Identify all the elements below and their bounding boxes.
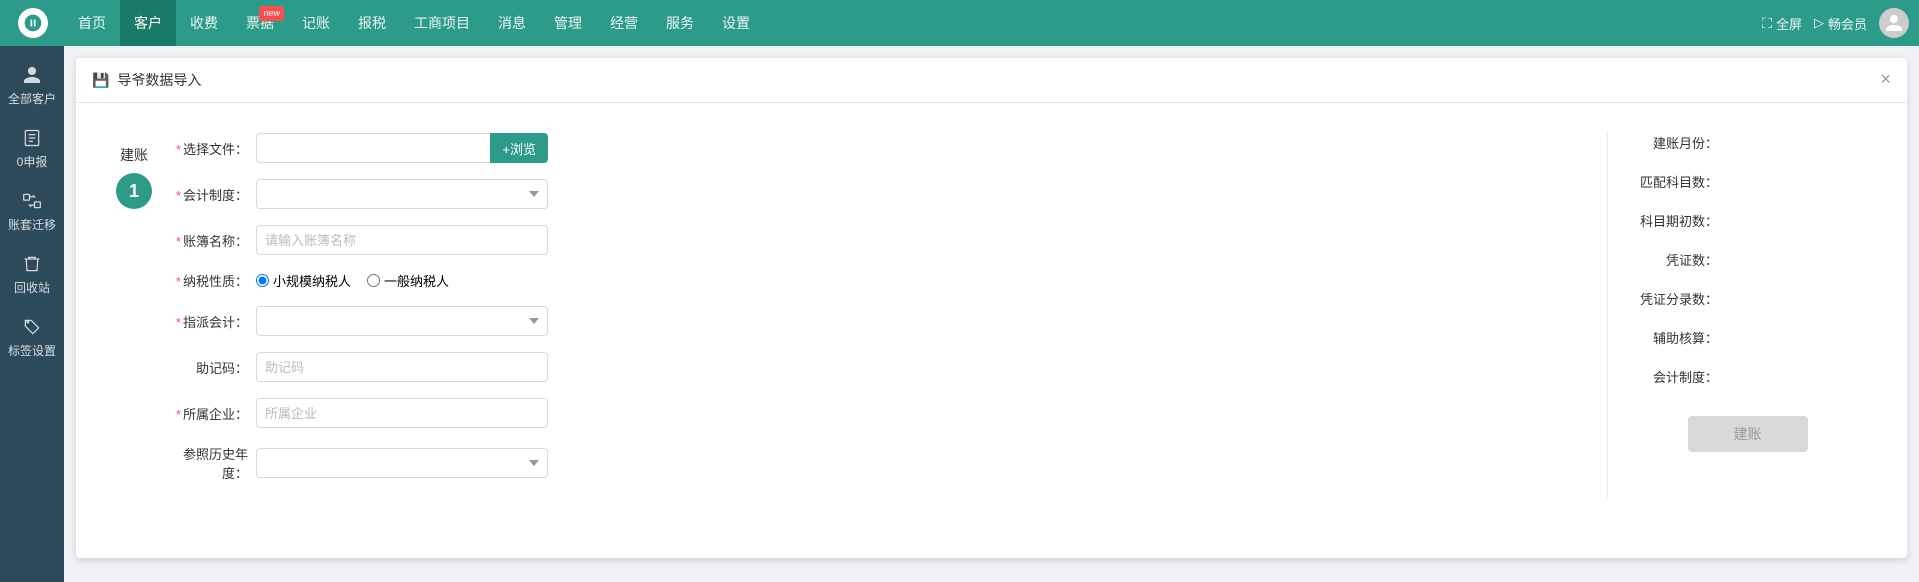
dialog-title: 导爷数据导入 bbox=[117, 70, 201, 90]
nav-items: 首页 客户 收费 票据 new 记账 报税 工商项目 消息 管理 经营 bbox=[64, 0, 1762, 46]
tax-radio-group: 小规模纳税人 一般纳税人 bbox=[256, 271, 548, 290]
memo-input[interactable] bbox=[256, 352, 548, 382]
file-input[interactable] bbox=[256, 133, 490, 163]
info-row-subject-init: 科目期初数： bbox=[1628, 211, 1867, 230]
import-icon: 💾 bbox=[92, 72, 109, 89]
trash-icon bbox=[21, 253, 43, 275]
nav-item-settings[interactable]: 设置 bbox=[708, 0, 764, 46]
ledger-label: *账簿名称： bbox=[168, 231, 248, 250]
info-row-match-subjects: 匹配科目数： bbox=[1628, 172, 1867, 191]
company-input[interactable] bbox=[256, 398, 548, 428]
step-circle: 1 bbox=[116, 173, 152, 209]
tag-icon bbox=[21, 316, 43, 338]
info-row-build-month: 建账月份： bbox=[1628, 133, 1867, 152]
match-subjects-label: 匹配科目数： bbox=[1628, 172, 1718, 191]
form-section: *选择文件： +浏览 *会计制度： bbox=[168, 133, 548, 498]
step-label: 建账 bbox=[120, 137, 148, 165]
accountant-select[interactable] bbox=[256, 306, 548, 336]
fullscreen-btn[interactable]: ⛶ 全屏 bbox=[1762, 14, 1802, 33]
nav-item-home[interactable]: 首页 bbox=[64, 0, 120, 46]
main-layout: 全部客户 0申报 账套迁移 回收站 标签设置 bbox=[0, 46, 1919, 582]
build-account-button[interactable]: 建账 bbox=[1688, 416, 1808, 452]
form-row-memo: 助记码： bbox=[168, 352, 548, 382]
sidebar-item-label: 标签设置 bbox=[8, 342, 56, 359]
nav-item-clients[interactable]: 客户 bbox=[120, 0, 176, 46]
sidebar-item-all-clients[interactable]: 全部客户 bbox=[0, 56, 64, 115]
nav-item-tax[interactable]: 报税 bbox=[344, 0, 400, 46]
form-row-company: *所属企业： bbox=[168, 398, 548, 428]
report-icon bbox=[21, 127, 43, 149]
accounting-system-select[interactable] bbox=[256, 179, 548, 209]
form-row-file: *选择文件： +浏览 bbox=[168, 133, 548, 163]
general-taxpayer-option[interactable]: 一般纳税人 bbox=[367, 271, 449, 290]
voucher-entries-label: 凭证分录数： bbox=[1628, 289, 1718, 308]
ledger-name-input[interactable] bbox=[256, 225, 548, 255]
close-button[interactable]: × bbox=[1880, 70, 1891, 88]
aux-label: 辅助核算： bbox=[1628, 328, 1718, 347]
transfer-icon bbox=[21, 190, 43, 212]
file-input-wrap: +浏览 bbox=[256, 133, 548, 163]
play-icon: ▷ bbox=[1814, 15, 1824, 31]
form-row-tax: *纳税性质： 小规模纳税人 一般纳税人 bbox=[168, 271, 548, 290]
ref-year-label: 参照历史年度： bbox=[168, 444, 248, 482]
top-nav: 首页 客户 收费 票据 new 记账 报税 工商项目 消息 管理 经营 bbox=[0, 0, 1919, 46]
sidebar-item-label: 账套迁移 bbox=[8, 216, 56, 233]
accounting-label: *会计制度： bbox=[168, 185, 248, 204]
small-taxpayer-option[interactable]: 小规模纳税人 bbox=[256, 271, 351, 290]
sidebar-item-label: 回收站 bbox=[14, 279, 50, 296]
info-row-accounting-system: 会计制度： bbox=[1628, 367, 1867, 386]
fullscreen-icon: ⛶ bbox=[1762, 15, 1772, 32]
accountant-label: *指派会计： bbox=[168, 312, 248, 331]
sidebar-item-transfer[interactable]: 账套迁移 bbox=[0, 182, 64, 241]
nav-item-services[interactable]: 服务 bbox=[652, 0, 708, 46]
nav-item-operations[interactable]: 经营 bbox=[596, 0, 652, 46]
dialog-header: 💾 导爷数据导入 bbox=[76, 58, 1907, 103]
general-taxpayer-radio[interactable] bbox=[367, 274, 380, 287]
dialog-body: 建账 1 *选择文件： +浏览 bbox=[76, 103, 1907, 528]
form-row-accounting: *会计制度： bbox=[168, 179, 548, 209]
person-icon bbox=[21, 64, 43, 86]
import-dialog: 💾 导爷数据导入 × 建账 1 *选择文件： bbox=[76, 58, 1907, 558]
sidebar-item-recycle[interactable]: 回收站 bbox=[0, 245, 64, 304]
sidebar: 全部客户 0申报 账套迁移 回收站 标签设置 bbox=[0, 46, 64, 582]
form-row-ref-year: 参照历史年度： bbox=[168, 444, 548, 482]
form-row-accountant: *指派会计： bbox=[168, 306, 548, 336]
browse-button[interactable]: +浏览 bbox=[490, 133, 548, 163]
nav-item-management[interactable]: 管理 bbox=[540, 0, 596, 46]
small-taxpayer-radio[interactable] bbox=[256, 274, 269, 287]
info-row-aux: 辅助核算： bbox=[1628, 328, 1867, 347]
nav-item-fees[interactable]: 收费 bbox=[176, 0, 232, 46]
info-section: 建账月份： 匹配科目数： 科目期初数： 凭证数： bbox=[1607, 133, 1867, 498]
content-area: 💾 导爷数据导入 × 建账 1 *选择文件： bbox=[64, 46, 1919, 582]
company-label: *所属企业： bbox=[168, 404, 248, 423]
subject-init-label: 科目期初数： bbox=[1628, 211, 1718, 230]
nav-item-tickets[interactable]: 票据 new bbox=[232, 0, 288, 46]
voucher-label: 凭证数： bbox=[1628, 250, 1718, 269]
sidebar-item-tags[interactable]: 标签设置 bbox=[0, 308, 64, 367]
info-row-voucher-entries: 凭证分录数： bbox=[1628, 289, 1867, 308]
form-row-ledger: *账簿名称： bbox=[168, 225, 548, 255]
nav-item-business[interactable]: 工商项目 bbox=[400, 0, 484, 46]
nav-right: ⛶ 全屏 ▷ 畅会员 bbox=[1762, 8, 1909, 38]
file-label: *选择文件： bbox=[168, 139, 248, 158]
logo bbox=[10, 0, 56, 46]
info-row-voucher: 凭证数： bbox=[1628, 250, 1867, 269]
accounting-system-label: 会计制度： bbox=[1628, 367, 1718, 386]
sidebar-item-label: 全部客户 bbox=[8, 90, 56, 107]
tax-label: *纳税性质： bbox=[168, 271, 248, 290]
sidebar-item-zero-report[interactable]: 0申报 bbox=[0, 119, 64, 178]
nav-item-messages[interactable]: 消息 bbox=[484, 0, 540, 46]
nav-item-bookkeeping[interactable]: 记账 bbox=[288, 0, 344, 46]
new-badge: new bbox=[259, 6, 284, 21]
avatar[interactable] bbox=[1879, 8, 1909, 38]
build-month-label: 建账月份： bbox=[1628, 133, 1718, 152]
memo-label: 助记码： bbox=[168, 358, 248, 377]
logo-icon bbox=[18, 8, 48, 38]
sidebar-item-label: 0申报 bbox=[17, 153, 48, 170]
member-btn[interactable]: ▷ 畅会员 bbox=[1814, 14, 1867, 33]
step-section: 建账 1 *选择文件： +浏览 bbox=[116, 133, 1547, 498]
ref-year-select[interactable] bbox=[256, 448, 548, 478]
